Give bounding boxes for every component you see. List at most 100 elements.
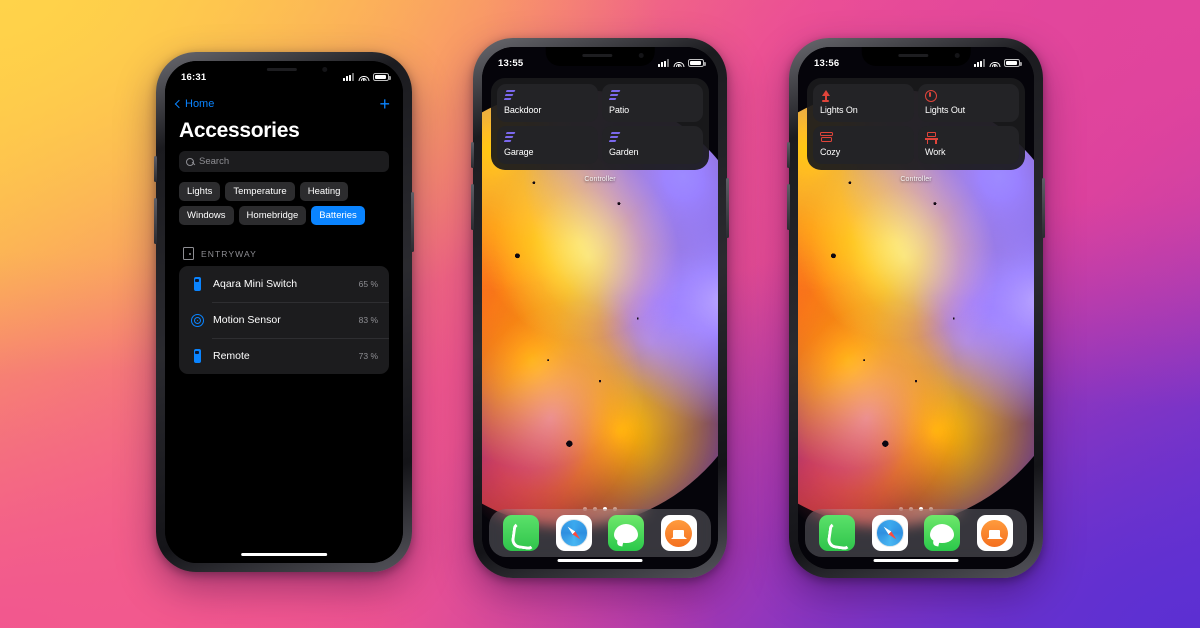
power-button[interactable]	[411, 192, 414, 252]
search-input[interactable]: Search	[179, 151, 389, 172]
accessory-list: Aqara Mini Switch 65 % Motion Sensor 83 …	[179, 266, 389, 374]
wifi-icon	[673, 59, 684, 67]
add-accessory-button[interactable]: +	[379, 95, 390, 113]
phone-device-controller-rooms: 13:55 Backdoor Patio Garage Garden Contr…	[471, 38, 729, 578]
phone-device-home-app: 16:31 Home + Accessories Search Lights T…	[154, 52, 414, 572]
back-button[interactable]: Home	[174, 98, 215, 110]
widget-name-label: Controller	[584, 176, 616, 183]
sofa-icon	[820, 132, 907, 146]
home-indicator[interactable]	[557, 558, 643, 562]
status-indicators	[658, 59, 706, 67]
safari-compass-icon[interactable]	[871, 515, 908, 551]
earpiece-speaker	[582, 54, 613, 57]
status-indicators	[974, 59, 1022, 67]
wifi-icon	[358, 73, 369, 81]
cellular-signal-icon	[974, 59, 985, 67]
lamp-icon	[820, 90, 907, 104]
door-icon	[183, 247, 194, 260]
widget-tile-label: Work	[925, 147, 946, 157]
dock	[805, 509, 1027, 557]
dock	[489, 509, 711, 557]
home-indicator[interactable]	[873, 558, 959, 562]
phone-screen-home-app: 16:31 Home + Accessories Search Lights T…	[165, 61, 403, 563]
widget-tile-label: Garden	[609, 147, 639, 157]
wifi-icon	[989, 59, 1000, 67]
widget-tile-label: Patio	[609, 105, 630, 115]
filter-chip-heating[interactable]: Heating	[299, 182, 349, 201]
power-button[interactable]	[726, 178, 729, 238]
widget-tile-work[interactable]: Work	[918, 126, 1019, 164]
battery-level: 65 %	[358, 279, 378, 289]
filter-chip-lights[interactable]: Lights	[179, 182, 221, 201]
status-time: 13:55	[498, 57, 524, 69]
garage-door-icon	[608, 90, 696, 104]
status-time: 13:56	[814, 57, 840, 69]
widget-tile-label: Lights Out	[925, 105, 966, 115]
filter-chip-temperature[interactable]: Temperature	[225, 182, 295, 201]
power-icon	[925, 90, 1012, 104]
phone-icon[interactable]	[503, 515, 540, 551]
battery-icon	[688, 59, 706, 67]
earpiece-speaker	[266, 68, 297, 71]
filter-chip-group: Lights Temperature Heating Windows Homeb…	[165, 172, 403, 225]
messages-bubble-icon[interactable]	[608, 515, 645, 551]
home-house-icon[interactable]	[660, 515, 697, 551]
earpiece-speaker	[898, 54, 929, 57]
widget-tile-backdoor[interactable]: Backdoor	[497, 84, 598, 122]
front-camera	[638, 53, 644, 58]
safari-compass-icon[interactable]	[555, 515, 592, 551]
battery-icon	[1004, 59, 1022, 67]
table-row[interactable]: Remote 73 %	[179, 338, 389, 374]
room-name: ENTRYWAY	[201, 248, 257, 259]
controller-widget[interactable]: Backdoor Patio Garage Garden Controller	[491, 78, 709, 183]
remote-icon	[190, 349, 204, 363]
widget-tile-patio[interactable]: Patio	[602, 84, 703, 122]
accessory-name: Motion Sensor	[213, 314, 281, 326]
notch	[229, 61, 339, 80]
chevron-left-icon	[174, 99, 184, 109]
notch	[545, 47, 655, 66]
widget-tile-label: Lights On	[820, 105, 858, 115]
battery-level: 83 %	[358, 315, 378, 325]
home-app: Home + Accessories Search Lights Tempera…	[165, 61, 403, 563]
cellular-signal-icon	[658, 59, 669, 67]
power-button[interactable]	[1042, 178, 1045, 238]
switch-icon	[190, 277, 204, 291]
cellular-signal-icon	[343, 73, 354, 81]
widget-tile-garage[interactable]: Garage	[497, 126, 598, 164]
phone-screen-controller-scenes: 13:56 Lights On Lights Out Cozy Work Con…	[798, 47, 1034, 569]
table-row[interactable]: Aqara Mini Switch 65 %	[179, 266, 389, 302]
messages-bubble-icon[interactable]	[924, 515, 961, 551]
page-title: Accessories	[179, 119, 300, 142]
motion-sensor-icon	[190, 313, 204, 327]
battery-icon	[373, 73, 391, 81]
front-camera	[954, 53, 960, 58]
phone-screen-controller-rooms: 13:55 Backdoor Patio Garage Garden Contr…	[482, 47, 718, 569]
widget-tile-cozy[interactable]: Cozy	[813, 126, 914, 164]
filter-chip-batteries[interactable]: Batteries	[311, 206, 365, 225]
battery-level: 73 %	[358, 351, 378, 361]
widget-tile-label: Backdoor	[504, 105, 542, 115]
widget-tile-lights-on[interactable]: Lights On	[813, 84, 914, 122]
garage-door-icon	[503, 132, 591, 146]
back-button-label: Home	[185, 98, 215, 110]
filter-chip-windows[interactable]: Windows	[179, 206, 234, 225]
search-icon	[186, 157, 194, 166]
widget-name-label: Controller	[900, 176, 932, 183]
widget-tile-label: Garage	[504, 147, 534, 157]
table-row[interactable]: Motion Sensor 83 %	[179, 302, 389, 338]
garage-door-icon	[503, 90, 591, 104]
controller-widget[interactable]: Lights On Lights Out Cozy Work Controlle…	[807, 78, 1025, 183]
navigation-bar: Home +	[165, 87, 403, 113]
accessory-name: Aqara Mini Switch	[213, 278, 298, 290]
room-section-header: ENTRYWAY	[165, 225, 403, 266]
front-camera	[322, 67, 328, 72]
filter-chip-homebridge[interactable]: Homebridge	[238, 206, 307, 225]
phone-icon[interactable]	[819, 515, 856, 551]
home-house-icon[interactable]	[976, 515, 1013, 551]
status-indicators	[343, 73, 391, 81]
widget-tile-lights-out[interactable]: Lights Out	[918, 84, 1019, 122]
home-indicator[interactable]	[241, 552, 327, 556]
widget-tile-garden[interactable]: Garden	[602, 126, 703, 164]
promo-background: 16:31 Home + Accessories Search Lights T…	[0, 0, 1200, 628]
